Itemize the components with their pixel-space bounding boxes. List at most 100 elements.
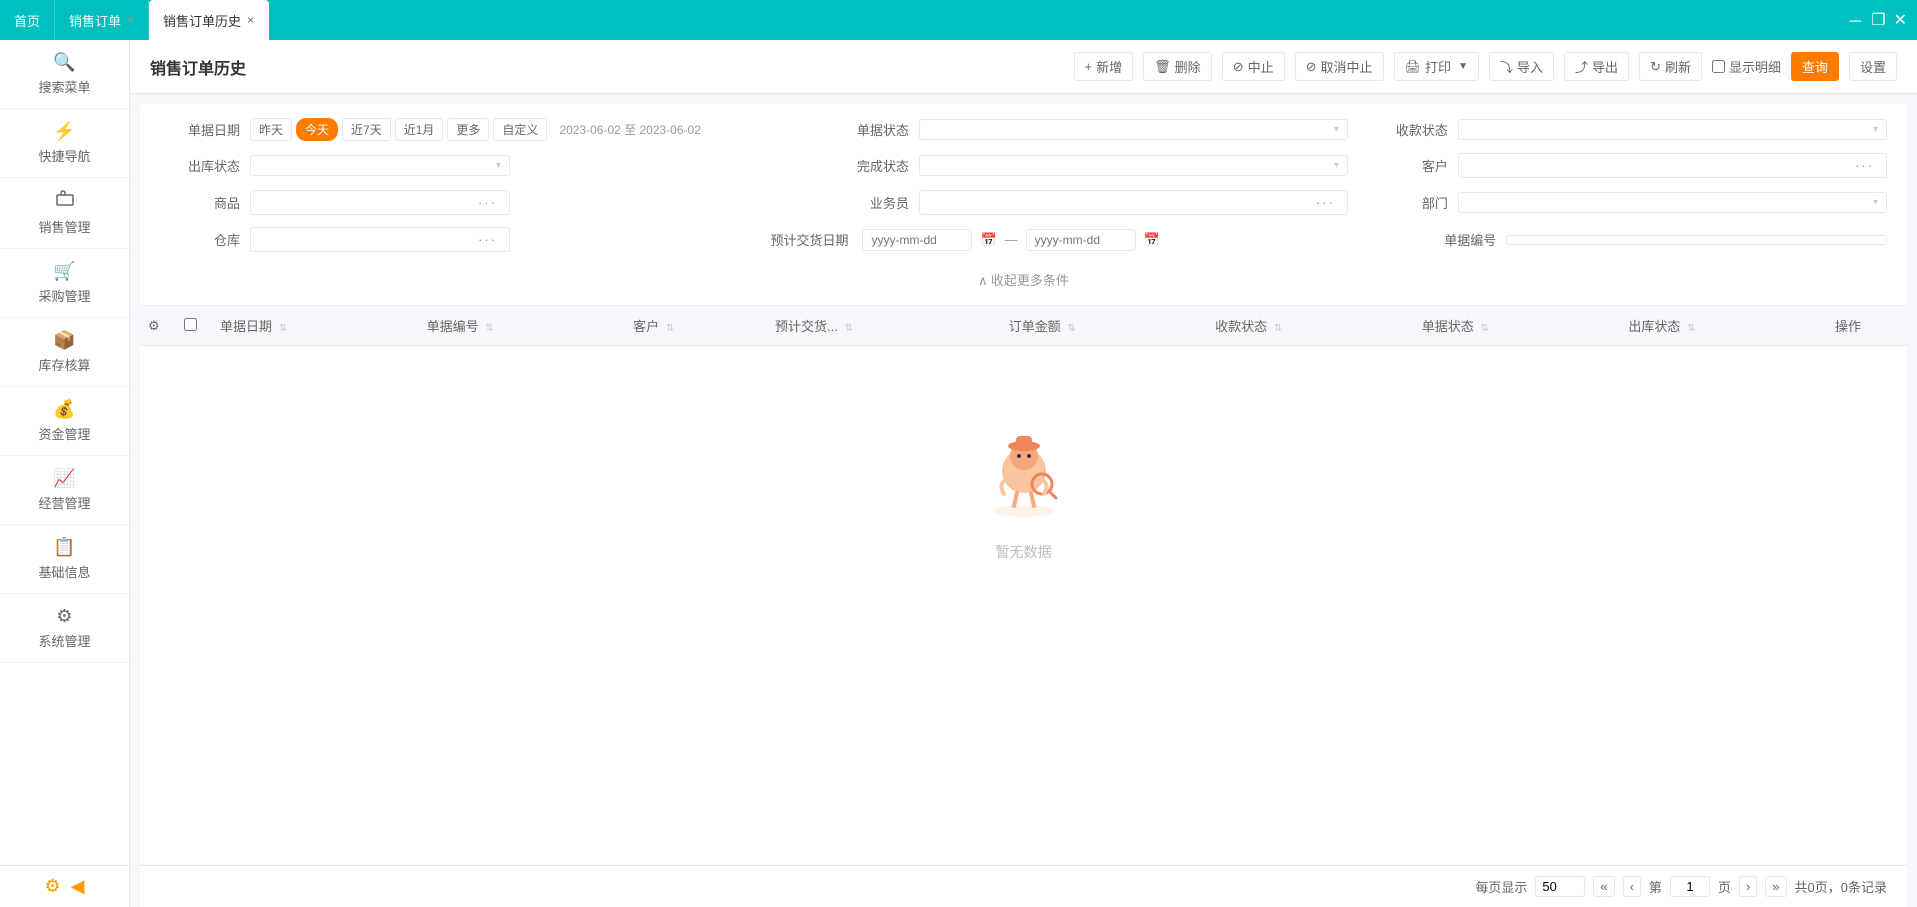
import-icon: ⤵ (1500, 57, 1513, 76)
sidebar-item-operations-label: 经营管理 (38, 493, 90, 512)
sidebar-item-operations[interactable]: 📈 经营管理 (0, 456, 129, 525)
th-amount[interactable]: 订单金额 ⇅ (1001, 306, 1208, 346)
refresh-button[interactable]: ↻ 刷新 (1639, 52, 1702, 81)
payment-status-select[interactable]: ▾ (1458, 119, 1887, 140)
delivery-date-from-cal-icon[interactable]: 📅 (980, 232, 996, 248)
delete-button[interactable]: 🗑 删除 (1143, 52, 1212, 81)
date-btn-today[interactable]: 今天 (296, 118, 338, 141)
sort-amount-icon: ⇅ (1067, 323, 1075, 334)
th-bill-status-label: 单据状态 (1422, 319, 1474, 334)
settings-button[interactable]: 设置 (1849, 52, 1897, 81)
collapse-icon: ∧ (978, 273, 988, 288)
display-cols-toggle[interactable]: 显示明细 (1712, 57, 1781, 76)
customer-dots[interactable]: ··· (1851, 158, 1878, 173)
sidebar-item-quick-nav[interactable]: ⚡ 快捷导航 (0, 109, 129, 178)
new-icon: + (1085, 59, 1093, 74)
th-out-status[interactable]: 出库状态 ⇅ (1620, 306, 1827, 346)
date-btn-7days[interactable]: 近7天 (342, 118, 391, 141)
select-all-checkbox[interactable] (184, 318, 197, 331)
suspend-button[interactable]: ⊘ 中止 (1222, 52, 1285, 81)
page-number-input[interactable] (1670, 876, 1710, 897)
date-btn-more[interactable]: 更多 (447, 118, 489, 141)
import-button[interactable]: ⤵ 导入 (1489, 52, 1554, 81)
th-payment-status-label: 收款状态 (1215, 319, 1267, 334)
query-button[interactable]: 查询 (1791, 52, 1839, 81)
sidebar-bottom: ⚙ ◀ (0, 865, 129, 907)
gear-icon[interactable]: ⚙ (148, 318, 160, 333)
collapse-bar[interactable]: ∧ 收起更多条件 (160, 264, 1887, 291)
complete-status-label: 完成状态 (829, 156, 919, 175)
sidebar-item-finance[interactable]: 💰 资金管理 (0, 387, 129, 456)
page-header: 销售订单历史 + 新增 🗑 删除 ⊘ 中止 ⊘ 取消中止 🖨 打印 ▼ (130, 40, 1917, 94)
th-payment-status[interactable]: 收款状态 ⇅ (1207, 306, 1414, 346)
delivery-date-label: 预计交货日期 (768, 230, 858, 249)
complete-status-select[interactable]: ▾ (919, 155, 1348, 176)
th-date[interactable]: 单据日期 ⇅ (212, 306, 419, 346)
tab-sales-order-history-label: 销售订单历史 (163, 11, 241, 30)
goods-dots[interactable]: ··· (474, 195, 501, 210)
sidebar-item-purchase-mgmt[interactable]: 🛒 采购管理 (0, 249, 129, 318)
salesperson-label: 业务员 (829, 193, 919, 212)
export-button[interactable]: ⤴ 导出 (1564, 52, 1629, 81)
out-status-arrow-icon: ▾ (496, 160, 501, 171)
th-customer-label: 客户 (633, 319, 659, 334)
th-gear[interactable]: ⚙ (140, 306, 176, 346)
page-last-button[interactable]: » (1765, 876, 1786, 897)
sidebar-item-basic-info[interactable]: 📋 基础信息 (0, 525, 129, 594)
date-btn-1month[interactable]: 近1月 (395, 118, 444, 141)
new-button[interactable]: + 新增 (1074, 52, 1134, 81)
print-button[interactable]: 🖨 打印 ▼ (1394, 52, 1479, 81)
sidebar-settings-icon[interactable]: ⚙ (45, 876, 61, 897)
page-next-button[interactable]: › (1739, 876, 1757, 897)
delivery-date-to-cal-icon[interactable]: 📅 (1144, 232, 1160, 248)
th-customer[interactable]: 客户 ⇅ (625, 306, 767, 346)
total-records-label: 共0页，0条记录 (1795, 877, 1887, 896)
th-no[interactable]: 单据编号 ⇅ (419, 306, 626, 346)
delivery-date-to[interactable] (1026, 229, 1136, 251)
sidebar-item-inventory[interactable]: 📦 库存核算 (0, 318, 129, 387)
inventory-icon: 📦 (53, 330, 75, 351)
date-filter-value: 昨天 今天 近7天 近1月 更多 自定义 2023-06-02 至 2023-0… (250, 118, 809, 141)
sidebar-item-search-menu[interactable]: 🔍 搜索菜单 (0, 40, 129, 109)
delivery-date-from[interactable] (862, 229, 972, 251)
new-label: 新增 (1096, 57, 1122, 76)
page-prev-button[interactable]: ‹ (1623, 876, 1641, 897)
out-status-label: 出库状态 (160, 156, 250, 175)
sidebar-item-system-mgmt[interactable]: ⚙ 系统管理 (0, 594, 129, 663)
bill-no-input[interactable] (1506, 235, 1887, 245)
date-btn-yesterday[interactable]: 昨天 (250, 118, 292, 141)
table-header-row: ⚙ 单据日期 ⇅ 单据编号 ⇅ (140, 306, 1907, 346)
tab-home[interactable]: 首页 (0, 0, 55, 40)
bill-status-select[interactable]: ▾ (919, 119, 1348, 140)
tab-sales-order-history-close[interactable]: × (247, 13, 254, 27)
page-first-button[interactable]: « (1593, 876, 1614, 897)
date-shortcuts: 昨天 今天 近7天 近1月 更多 自定义 (250, 118, 547, 141)
sidebar-item-sales-mgmt[interactable]: 销售管理 (0, 178, 129, 249)
sort-no-icon: ⇅ (485, 323, 493, 334)
display-cols-checkbox[interactable] (1712, 60, 1725, 73)
out-status-select[interactable]: ▾ (250, 155, 510, 176)
sidebar-collapse-icon[interactable]: ◀ (71, 876, 85, 897)
sidebar-item-search-menu-label: 搜索菜单 (38, 77, 90, 96)
tab-sales-order-history[interactable]: 销售订单历史 × (149, 0, 269, 40)
tab-sales-order[interactable]: 销售订单 × (55, 0, 149, 40)
tab-sales-order-close[interactable]: × (127, 13, 134, 27)
page-size-select[interactable]: 10 20 50 100 (1535, 876, 1585, 897)
filter-row-4: 仓库 ··· 预计交货日期 📅 — 📅 单据编号 (160, 227, 1887, 252)
cancel-suspend-button[interactable]: ⊘ 取消中止 (1295, 52, 1384, 81)
salesperson-dots[interactable]: ··· (1312, 195, 1339, 210)
refresh-icon: ↻ (1650, 59, 1661, 75)
window-minimize-icon[interactable]: － (1847, 8, 1863, 32)
th-bill-status[interactable]: 单据状态 ⇅ (1414, 306, 1621, 346)
th-delivery[interactable]: 预计交货... ⇅ (767, 306, 1001, 346)
warehouse-dots[interactable]: ··· (474, 232, 501, 247)
data-table: ⚙ 单据日期 ⇅ 单据编号 ⇅ (140, 306, 1907, 642)
department-select[interactable]: ▾ (1458, 192, 1887, 213)
date-btn-custom[interactable]: 自定义 (493, 118, 547, 141)
th-check[interactable] (176, 306, 212, 346)
customer-label: 客户 (1368, 156, 1458, 175)
content-area: 销售订单历史 + 新增 🗑 删除 ⊘ 中止 ⊘ 取消中止 🖨 打印 ▼ (130, 40, 1917, 907)
window-close-icon[interactable]: ✕ (1894, 10, 1907, 30)
window-restore-icon[interactable]: ❐ (1871, 10, 1885, 30)
payment-status-label: 收款状态 (1368, 120, 1458, 139)
